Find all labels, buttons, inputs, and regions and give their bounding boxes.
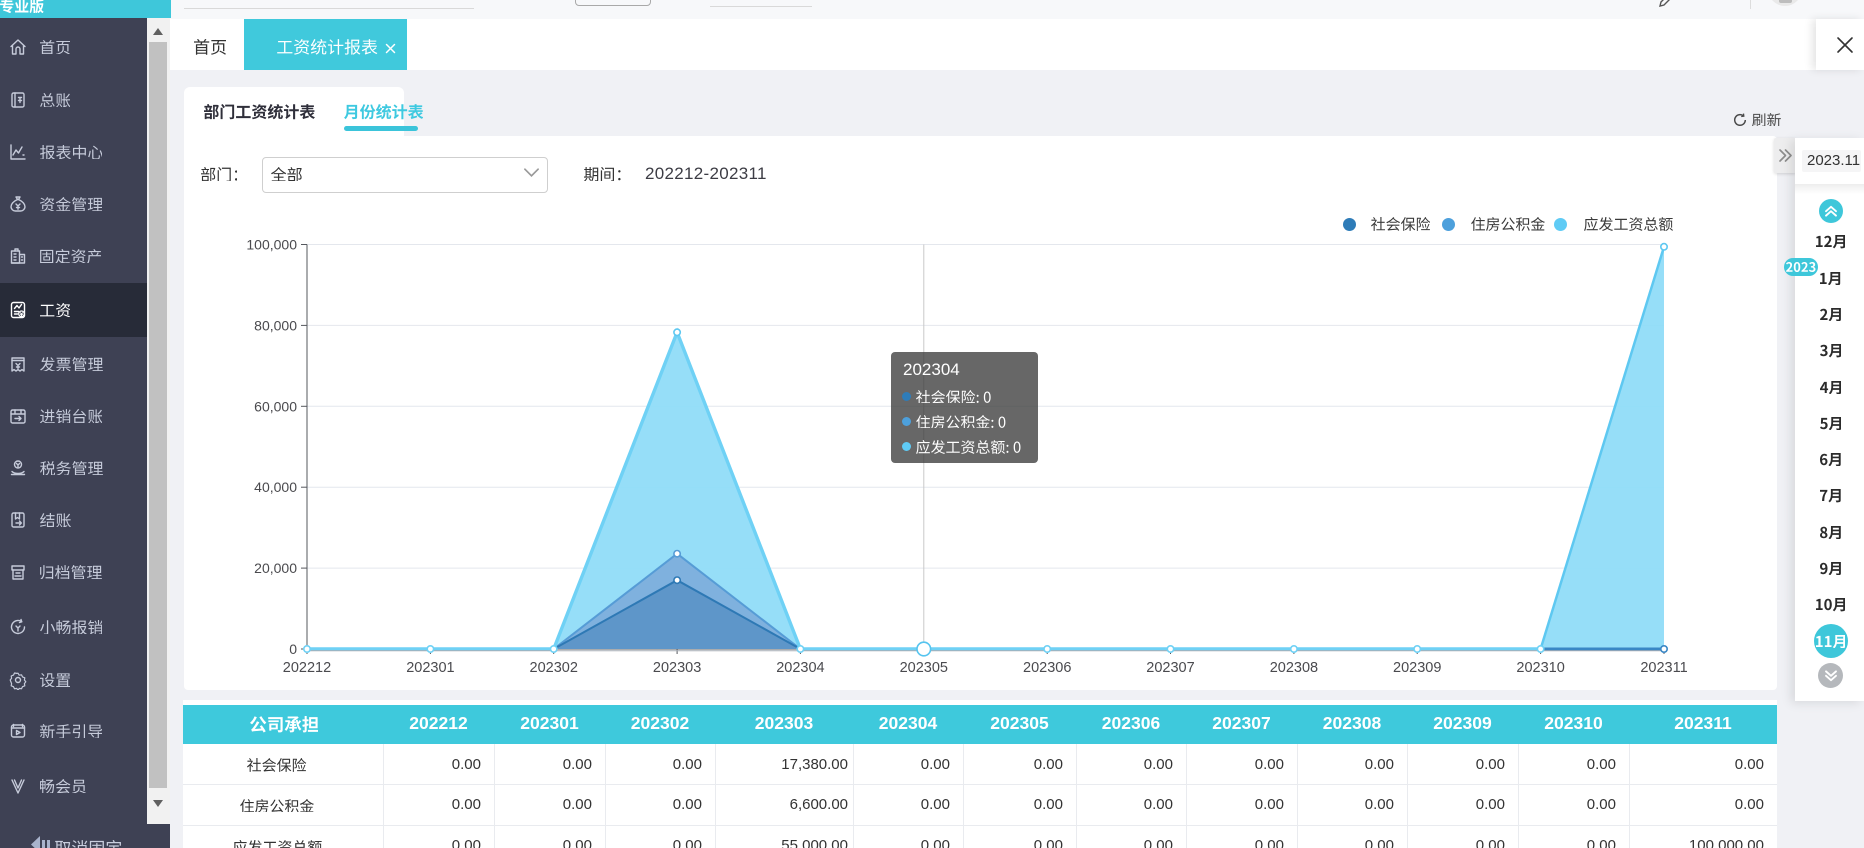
svg-text:202311: 202311 [1640, 660, 1687, 676]
svg-text:202310: 202310 [1516, 660, 1564, 676]
svg-text:80,000: 80,000 [254, 317, 297, 333]
svg-text:202308: 202308 [1270, 660, 1318, 676]
svg-text:0: 0 [289, 641, 297, 657]
svg-text:202305: 202305 [900, 660, 948, 676]
svg-text:202306: 202306 [1023, 660, 1071, 676]
svg-text:40,000: 40,000 [254, 479, 297, 495]
svg-text:202307: 202307 [1146, 660, 1194, 676]
svg-text:60,000: 60,000 [254, 398, 297, 414]
svg-text:20,000: 20,000 [254, 560, 297, 576]
svg-text:202309: 202309 [1393, 660, 1441, 676]
svg-text:202301: 202301 [406, 660, 454, 676]
svg-text:202304: 202304 [776, 660, 824, 676]
svg-text:202212: 202212 [283, 660, 331, 676]
svg-text:202303: 202303 [653, 660, 701, 676]
svg-text:100,000: 100,000 [246, 237, 297, 253]
svg-text:202302: 202302 [530, 660, 578, 676]
